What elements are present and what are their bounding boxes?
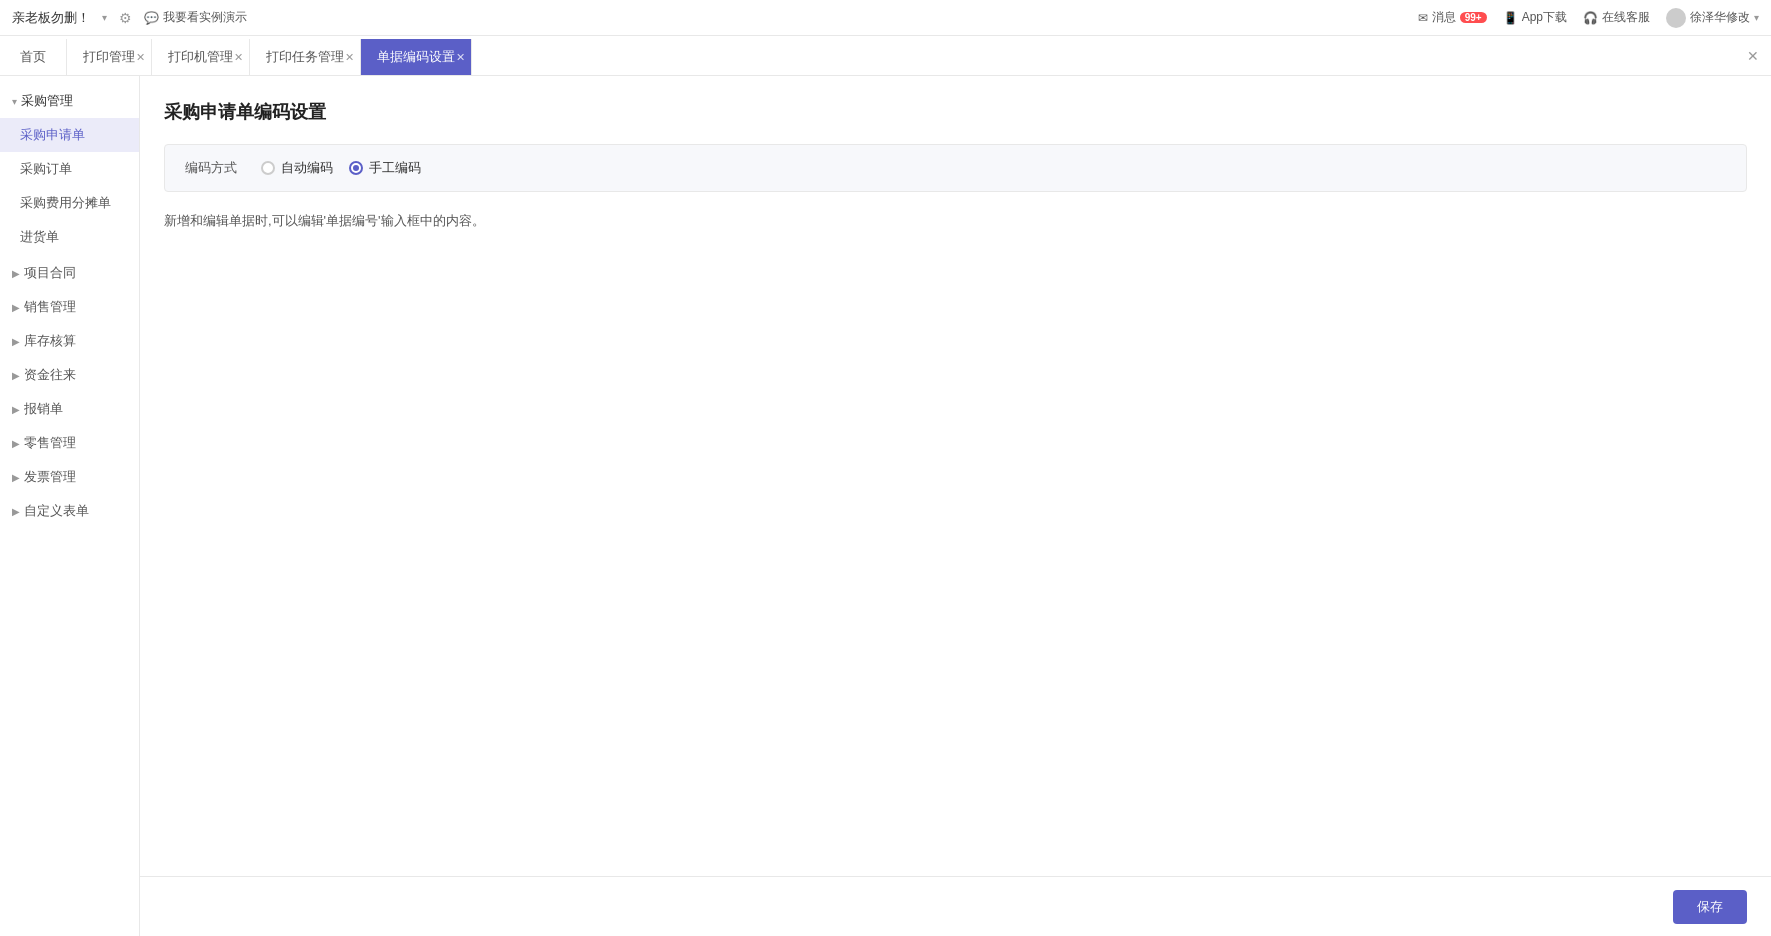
save-button[interactable]: 保存 xyxy=(1673,890,1747,924)
sidebar-item-project-contract[interactable]: ▶ 项目合同 xyxy=(0,256,139,290)
page-title: 采购申请单编码设置 xyxy=(164,100,1747,124)
dropdown-icon[interactable]: ▾ xyxy=(102,12,107,23)
tab-close-print-task-mgmt[interactable]: ✕ xyxy=(345,51,354,64)
hint-text: 新增和编辑单据时,可以编辑'单据编号'输入框中的内容。 xyxy=(164,212,1747,230)
top-bar-left: 亲老板勿删！ ▾ ⚙ 💬 我要看实例演示 xyxy=(12,9,247,27)
radio-manual-circle xyxy=(349,161,363,175)
sidebar-item-purchase-order[interactable]: 采购订单 xyxy=(0,152,139,186)
tab-home[interactable]: 首页 xyxy=(0,39,67,75)
message-badge: 99+ xyxy=(1460,12,1487,23)
sidebar-item-custom-forms[interactable]: ▶ 自定义表单 xyxy=(0,494,139,528)
gear-icon[interactable]: ⚙ xyxy=(119,10,132,26)
top-bar-title: 亲老板勿删！ xyxy=(12,9,90,27)
demo-link[interactable]: 💬 我要看实例演示 xyxy=(144,9,247,26)
online-service-button[interactable]: 🎧 在线客服 xyxy=(1583,9,1650,26)
tab-close-single-barcode[interactable]: ✕ xyxy=(456,51,465,64)
radio-manual-encode[interactable]: 手工编码 xyxy=(349,159,421,177)
radio-manual-label: 手工编码 xyxy=(369,159,421,177)
main-layout: ▾ 采购管理 采购申请单 采购订单 采购费用分摊单 进货单 ▶ 项目合同 ▶ 销… xyxy=(0,76,1771,936)
encoding-label: 编码方式 xyxy=(185,159,237,177)
tab-bar: 首页 打印管理 ✕ 打印机管理 ✕ 打印任务管理 ✕ 单据编码设置 ✕ ✕ xyxy=(0,36,1771,76)
tab-printer-mgmt[interactable]: 打印机管理 ✕ xyxy=(152,39,250,75)
chevron-right-icon-5: ▶ xyxy=(12,404,20,415)
chevron-right-icon: ▶ xyxy=(12,268,20,279)
user-dropdown-icon: ▾ xyxy=(1754,12,1759,23)
close-all-button[interactable]: ✕ xyxy=(1735,48,1771,64)
sidebar-item-purchase-receipt[interactable]: 进货单 xyxy=(0,220,139,254)
sidebar-item-purchase-request[interactable]: 采购申请单 xyxy=(0,118,139,152)
user-menu[interactable]: 徐泽华修改 ▾ xyxy=(1666,8,1759,28)
app-icon: 📱 xyxy=(1503,11,1518,25)
chevron-down-icon: ▾ xyxy=(12,96,17,107)
top-bar: 亲老板勿删！ ▾ ⚙ 💬 我要看实例演示 ✉ 消息 99+ 📱 App下载 🎧 … xyxy=(0,0,1771,36)
radio-group: 自动编码 手工编码 xyxy=(261,159,421,177)
sidebar: ▾ 采购管理 采购申请单 采购订单 采购费用分摊单 进货单 ▶ 项目合同 ▶ 销… xyxy=(0,76,140,936)
tab-print-task-mgmt[interactable]: 打印任务管理 ✕ xyxy=(250,39,361,75)
chevron-right-icon-2: ▶ xyxy=(12,302,20,313)
sidebar-group-title-purchase-mgmt[interactable]: ▾ 采购管理 xyxy=(0,84,139,118)
sidebar-item-return[interactable]: ▶ 报销单 xyxy=(0,392,139,426)
radio-auto-circle xyxy=(261,161,275,175)
sidebar-item-capital[interactable]: ▶ 资金往来 xyxy=(0,358,139,392)
encoding-section: 编码方式 自动编码 手工编码 xyxy=(164,144,1747,192)
message-icon: ✉ xyxy=(1418,11,1428,25)
app-download-button[interactable]: 📱 App下载 xyxy=(1503,9,1567,26)
content-footer: 保存 xyxy=(140,876,1771,936)
sidebar-item-retail-mgmt[interactable]: ▶ 零售管理 xyxy=(0,426,139,460)
sidebar-item-invoice-mgmt[interactable]: ▶ 发票管理 xyxy=(0,460,139,494)
tab-close-print-mgmt[interactable]: ✕ xyxy=(136,51,145,64)
tab-single-barcode-settings[interactable]: 单据编码设置 ✕ xyxy=(361,39,472,75)
sidebar-item-sales-mgmt[interactable]: ▶ 销售管理 xyxy=(0,290,139,324)
chevron-right-icon-4: ▶ xyxy=(12,370,20,381)
chevron-right-icon-3: ▶ xyxy=(12,336,20,347)
radio-auto-encode[interactable]: 自动编码 xyxy=(261,159,333,177)
tab-print-mgmt[interactable]: 打印管理 ✕ xyxy=(67,39,152,75)
sidebar-item-purchase-expense[interactable]: 采购费用分摊单 xyxy=(0,186,139,220)
top-bar-right: ✉ 消息 99+ 📱 App下载 🎧 在线客服 徐泽华修改 ▾ xyxy=(1418,8,1759,28)
tab-close-printer-mgmt[interactable]: ✕ xyxy=(234,51,243,64)
content-inner: 采购申请单编码设置 编码方式 自动编码 手工编码 新增和编辑单据时,可以编辑'单… xyxy=(140,76,1771,876)
user-avatar xyxy=(1666,8,1686,28)
service-icon: 🎧 xyxy=(1583,11,1598,25)
chevron-right-icon-7: ▶ xyxy=(12,472,20,483)
sidebar-item-inventory[interactable]: ▶ 库存核算 xyxy=(0,324,139,358)
content-area: 采购申请单编码设置 编码方式 自动编码 手工编码 新增和编辑单据时,可以编辑'单… xyxy=(140,76,1771,936)
chevron-right-icon-8: ▶ xyxy=(12,506,20,517)
demo-icon: 💬 xyxy=(144,11,159,25)
sidebar-group-purchase-mgmt: ▾ 采购管理 采购申请单 采购订单 采购费用分摊单 进货单 xyxy=(0,84,139,254)
chevron-right-icon-6: ▶ xyxy=(12,438,20,449)
messages-button[interactable]: ✉ 消息 99+ xyxy=(1418,9,1487,26)
radio-auto-label: 自动编码 xyxy=(281,159,333,177)
